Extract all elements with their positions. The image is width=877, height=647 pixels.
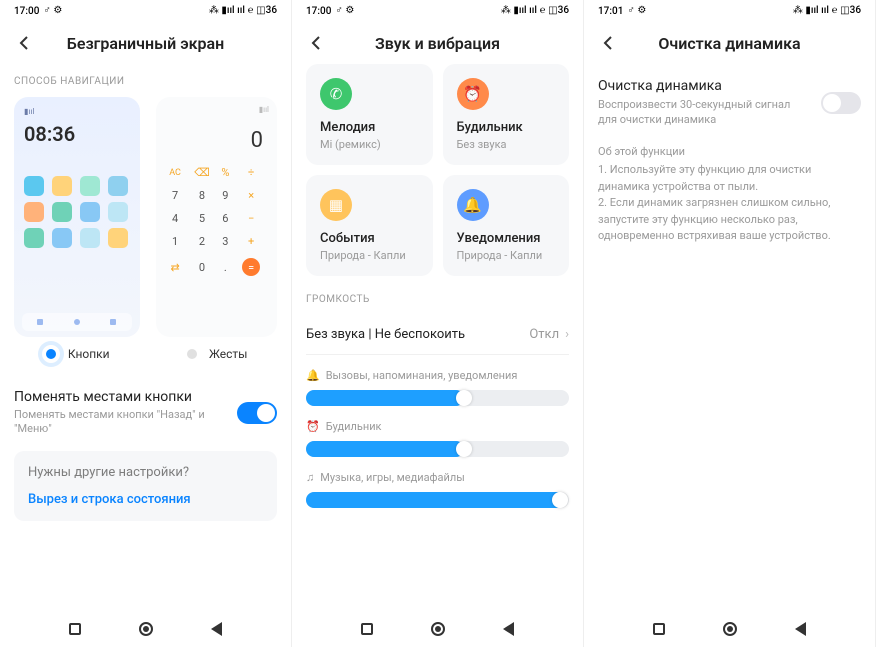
clean-title: Очистка динамика xyxy=(598,78,811,94)
nav-recents[interactable] xyxy=(653,623,665,635)
preview-clock: 08:36 xyxy=(24,122,130,146)
status-icons-left: ♂ ⚙ xyxy=(627,6,646,16)
phone-icon: ✆ xyxy=(320,78,352,110)
more-settings-card: Нужны другие настройки? Вырез и строка с… xyxy=(14,451,277,521)
slider-label: Будильник xyxy=(326,420,382,433)
chevron-left-icon xyxy=(309,35,325,51)
nav-bar xyxy=(0,611,291,647)
tile-events[interactable]: ▦ События Природа - Капли xyxy=(306,175,433,276)
status-time: 17:00 xyxy=(306,6,331,17)
radio-buttons[interactable]: Кнопки xyxy=(14,345,138,363)
status-bar: 17:01 ♂ ⚙ ⁂ ▮ııl ııl ℮ ◫36 xyxy=(584,0,875,22)
clean-sub: Воспроизвести 30-секундный сигнал для оч… xyxy=(598,97,811,128)
bell-outline-icon: 🔔 xyxy=(306,369,320,382)
clean-toggle[interactable] xyxy=(821,92,861,114)
more-question: Нужны другие настройки? xyxy=(28,465,263,480)
chevron-left-icon xyxy=(17,35,33,51)
nav-back[interactable] xyxy=(795,622,806,636)
status-icons-left: ♂ ⚙ xyxy=(335,6,354,16)
nav-home[interactable] xyxy=(139,622,153,636)
tile-alarm[interactable]: ⏰ Будильник Без звука xyxy=(443,64,570,165)
screen-sound-vibration: 17:00 ♂ ⚙ ⁂ ▮ııl ııl ℮ ◫36 Звук и вибрац… xyxy=(292,0,584,647)
radio-gestures[interactable]: Жесты xyxy=(154,345,278,363)
nav-recents[interactable] xyxy=(69,623,81,635)
slider-media[interactable]: ♫ Музыка, игры, медиафайлы xyxy=(306,471,569,508)
slider-label: Вызовы, напоминания, уведомления xyxy=(326,369,518,382)
clean-speaker-row[interactable]: Очистка динамика Воспроизвести 30-секунд… xyxy=(598,64,861,144)
tile-title: События xyxy=(320,231,419,246)
silent-dnd-row[interactable]: Без звука | Не беспокоить Откл › xyxy=(306,315,569,355)
screen-fullscreen-display: 17:00 ♂ ⚙ ⁂ ▮ııl ııl ℮ ◫36 Безграничный … xyxy=(0,0,292,647)
nav-back[interactable] xyxy=(211,622,222,636)
slider-label: Музыка, игры, медиафайлы xyxy=(320,471,465,484)
preview-gestures[interactable]: ▮ııl 0 AC⌫%÷ 789× 456− 123+ ⇄0.= xyxy=(156,97,278,337)
about-p1: 1. Используйте эту функцию для очистки д… xyxy=(598,162,861,195)
volume-label: ГРОМКОСТЬ xyxy=(306,294,569,305)
back-button[interactable] xyxy=(14,32,36,54)
header: Очистка динамика xyxy=(584,22,875,64)
nav-home[interactable] xyxy=(723,622,737,636)
swap-title: Поменять местами кнопки xyxy=(14,389,227,405)
status-icons-right: ⁂ ▮ııl ııl ℮ ◫36 xyxy=(793,6,861,16)
status-icons-right: ⁂ ▮ııl ııl ℮ ◫36 xyxy=(209,6,277,16)
cutout-link[interactable]: Вырез и строка состояния xyxy=(28,492,263,507)
nav-back[interactable] xyxy=(503,622,514,636)
calendar-icon: ▦ xyxy=(320,189,352,221)
swap-buttons-row[interactable]: Поменять местами кнопки Поменять местами… xyxy=(14,389,277,437)
silent-title: Без звука | Не беспокоить xyxy=(306,327,529,342)
tile-notifications[interactable]: 🔔 Уведомления Природа - Капли xyxy=(443,175,570,276)
nav-home[interactable] xyxy=(431,622,445,636)
nav-recents[interactable] xyxy=(361,623,373,635)
tile-title: Будильник xyxy=(457,120,556,135)
nav-bar xyxy=(584,611,875,647)
page-title: Безграничный экран xyxy=(36,34,255,53)
tile-sub: Без звука xyxy=(457,138,556,151)
swap-toggle[interactable] xyxy=(237,402,277,424)
tile-title: Уведомления xyxy=(457,231,556,246)
about-function: Об этой функции 1. Используйте эту функц… xyxy=(598,144,861,245)
about-head: Об этой функции xyxy=(598,144,861,161)
header: Звук и вибрация xyxy=(292,22,583,64)
radio-gestures-label: Жесты xyxy=(209,347,247,361)
alarm-icon: ⏰ xyxy=(457,78,489,110)
screen-clean-speaker: 17:01 ♂ ⚙ ⁂ ▮ııl ııl ℮ ◫36 Очистка динам… xyxy=(584,0,876,647)
slider-alarm[interactable]: ⏰ Будильник xyxy=(306,420,569,457)
back-button[interactable] xyxy=(598,32,620,54)
bell-icon: 🔔 xyxy=(457,189,489,221)
tile-sub: Природа - Капли xyxy=(457,249,556,262)
status-time: 17:01 xyxy=(598,6,623,17)
nav-method-label: СПОСОБ НАВИГАЦИИ xyxy=(14,76,277,87)
status-time: 17:00 xyxy=(14,6,39,17)
tile-sub: Природа - Капли xyxy=(320,249,419,262)
alarm-outline-icon: ⏰ xyxy=(306,420,320,433)
status-icons-right: ⁂ ▮ııl ııl ℮ ◫36 xyxy=(501,6,569,16)
preview-buttons[interactable]: ▮ııl 08:36 xyxy=(14,97,140,337)
status-icons-left: ♂ ⚙ xyxy=(43,6,62,16)
page-title: Очистка динамика xyxy=(620,34,839,53)
tile-sub: Mi (ремикс) xyxy=(320,138,419,151)
radio-buttons-label: Кнопки xyxy=(68,347,110,361)
back-button[interactable] xyxy=(306,32,328,54)
silent-value: Откл xyxy=(529,327,559,342)
nav-previews: ▮ııl 08:36 ▮ııl 0 AC⌫%÷ 789× 456− 123+ ⇄… xyxy=(14,97,277,337)
tile-ringtone[interactable]: ✆ Мелодия Mi (ремикс) xyxy=(306,64,433,165)
status-bar: 17:00 ♂ ⚙ ⁂ ▮ııl ııl ℮ ◫36 xyxy=(0,0,291,22)
nav-bar xyxy=(292,611,583,647)
about-p2: 2. Если динамик загрязнен слишком сильно… xyxy=(598,195,861,245)
status-bar: 17:00 ♂ ⚙ ⁂ ▮ııl ııl ℮ ◫36 xyxy=(292,0,583,22)
header: Безграничный экран xyxy=(0,22,291,64)
chevron-left-icon xyxy=(601,35,617,51)
swap-sub: Поменять местами кнопки "Назад" и "Меню" xyxy=(14,408,227,437)
tile-title: Мелодия xyxy=(320,120,419,135)
music-icon: ♫ xyxy=(306,471,314,484)
slider-calls[interactable]: 🔔 Вызовы, напоминания, уведомления xyxy=(306,369,569,406)
page-title: Звук и вибрация xyxy=(328,34,547,53)
chevron-right-icon: › xyxy=(565,327,569,342)
